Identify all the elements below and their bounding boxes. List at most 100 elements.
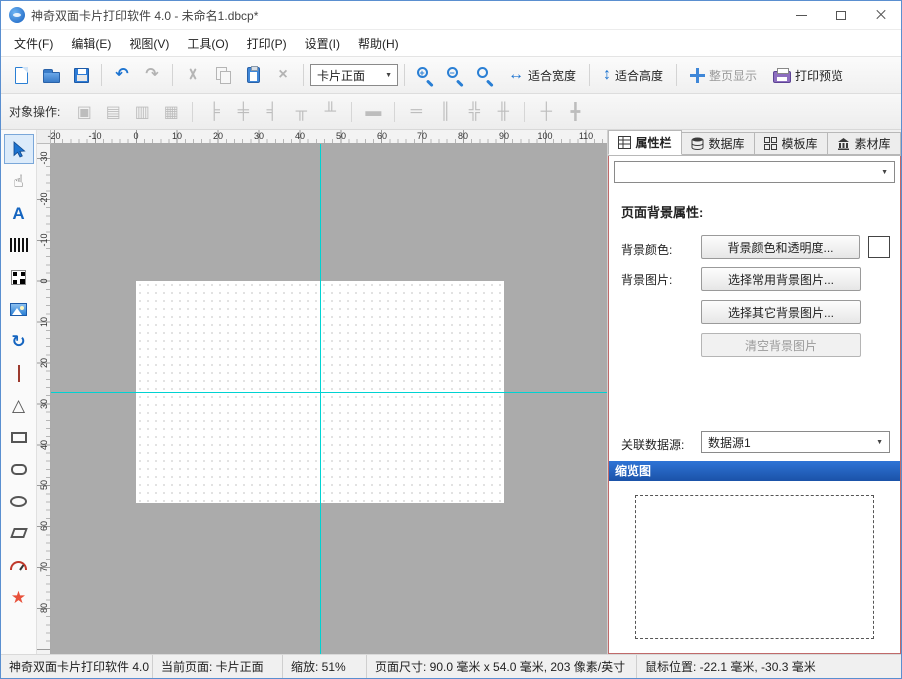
bg-color-button[interactable]: 背景颜色和透明度... — [701, 235, 860, 259]
copy-icon — [216, 67, 231, 83]
hand-icon: ☝ — [13, 173, 23, 190]
minimize-button[interactable] — [781, 1, 821, 29]
hand-tool[interactable]: ☝ — [4, 166, 34, 196]
choose-other-bg-button[interactable]: 选择其它背景图片... — [701, 300, 861, 324]
open-button[interactable] — [37, 61, 65, 89]
fit-height-icon: ↕ — [603, 67, 611, 83]
align-left-icon[interactable]: ╞ — [201, 99, 227, 125]
same-width-icon[interactable]: ═ — [403, 99, 429, 125]
line-tool[interactable] — [4, 358, 34, 388]
text-tool[interactable]: A — [4, 198, 34, 228]
window-title: 神奇双面卡片打印软件 4.0 - 未命名1.dbcp* — [31, 7, 258, 24]
same-size-icon[interactable]: ╬ — [461, 99, 487, 125]
status-zoom: 缩放: 51% — [283, 655, 367, 678]
new-button[interactable] — [7, 61, 35, 89]
materials-tab-icon — [837, 137, 850, 150]
cut-button[interactable] — [179, 61, 207, 89]
whole-page-label: 整页显示 — [709, 67, 757, 84]
image-icon — [10, 303, 27, 316]
menu-edit[interactable]: 编辑(E) — [62, 31, 120, 56]
align-middle-icon[interactable]: ▬ — [360, 99, 386, 125]
menu-print[interactable]: 打印(P) — [238, 31, 296, 56]
zoom-out-button[interactable]: − — [441, 61, 469, 89]
paste-icon — [247, 67, 260, 83]
fit-width-button[interactable]: ↔ 适合宽度 — [501, 61, 583, 89]
print-preview-button[interactable]: 打印预览 — [766, 61, 850, 89]
image-tool[interactable] — [4, 294, 34, 324]
menubar: 文件(F) 编辑(E) 视图(V) 工具(O) 打印(P) 设置(I) 帮助(H… — [1, 30, 901, 57]
bring-to-front-icon[interactable]: ▥ — [129, 99, 155, 125]
data-source-select[interactable]: 数据源1 ▼ — [701, 431, 890, 453]
toolbar-separator — [676, 64, 677, 86]
clear-bg-button[interactable]: 清空背景图片 — [701, 333, 861, 357]
maximize-icon — [836, 11, 846, 20]
delete-icon: × — [278, 67, 287, 83]
copy-button[interactable] — [209, 61, 237, 89]
objectbar-separator — [524, 102, 525, 122]
menu-file[interactable]: 文件(F) — [5, 31, 62, 56]
align-center-icon[interactable]: ╪ — [230, 99, 256, 125]
send-to-back-icon[interactable]: ▦ — [158, 99, 184, 125]
new-document-icon — [15, 67, 28, 84]
design-canvas[interactable] — [51, 144, 607, 654]
toolbar-separator — [101, 64, 102, 86]
tab-database[interactable]: 数据库 — [682, 132, 755, 155]
center-in-page-icon[interactable]: ╋ — [562, 99, 588, 125]
align-bottom-icon[interactable]: ╨ — [317, 99, 343, 125]
distribute-horizontal-icon[interactable]: ╫ — [490, 99, 516, 125]
qrcode-tool[interactable] — [4, 262, 34, 292]
redo-icon: ↷ — [145, 67, 158, 83]
group-objects-icon[interactable]: ▣ — [71, 99, 97, 125]
menu-view[interactable]: 视图(V) — [120, 31, 178, 56]
star-tool[interactable]: ★ — [4, 582, 34, 612]
rectangle-tool[interactable] — [4, 422, 34, 452]
page-side-select[interactable]: 卡片正面 ▼ — [310, 64, 398, 86]
same-height-icon[interactable]: ║ — [432, 99, 458, 125]
close-button[interactable] — [861, 1, 901, 29]
redo-button[interactable]: ↷ — [138, 61, 166, 89]
maximize-button[interactable] — [821, 1, 861, 29]
rotate-tool[interactable]: ↻ — [4, 326, 34, 356]
distribute-vertical-icon[interactable]: ┼ — [533, 99, 559, 125]
undo-button[interactable]: ↶ — [108, 61, 136, 89]
delete-button[interactable]: × — [269, 61, 297, 89]
zoom-in-button[interactable]: + — [411, 61, 439, 89]
align-right-icon[interactable]: ╡ — [259, 99, 285, 125]
object-selector-combobox[interactable]: ▼ — [614, 161, 895, 183]
fit-height-button[interactable]: ↕ 适合高度 — [596, 61, 670, 89]
whole-page-button[interactable]: 整页显示 — [683, 61, 764, 89]
gauge-icon — [10, 561, 27, 570]
vertical-guide-line — [320, 144, 321, 654]
bg-color-label: 背景颜色: — [621, 237, 701, 258]
bg-color-swatch[interactable] — [868, 236, 890, 258]
tab-materials[interactable]: 素材库 — [828, 132, 901, 155]
paste-button[interactable] — [239, 61, 267, 89]
ellipse-tool[interactable] — [4, 486, 34, 516]
star-icon: ★ — [11, 589, 26, 606]
titlebar: 神奇双面卡片打印软件 4.0 - 未命名1.dbcp* — [1, 1, 901, 30]
choose-common-bg-button[interactable]: 选择常用背景图片... — [701, 267, 861, 291]
menu-help[interactable]: 帮助(H) — [349, 31, 408, 56]
minimize-icon — [796, 15, 807, 16]
zoom-out-icon: − — [446, 66, 465, 85]
close-icon — [875, 9, 887, 21]
align-top-icon[interactable]: ╥ — [288, 99, 314, 125]
status-current-page: 当前页面: 卡片正面 — [153, 655, 283, 678]
ungroup-objects-icon[interactable]: ▤ — [100, 99, 126, 125]
rounded-rectangle-icon — [11, 464, 27, 475]
tab-properties[interactable]: 属性栏 — [608, 130, 682, 155]
status-app-name: 神奇双面卡片打印软件 4.0 — [1, 655, 153, 678]
menu-tools[interactable]: 工具(O) — [178, 31, 237, 56]
zoom-reset-button[interactable] — [471, 61, 499, 89]
gauge-tool[interactable] — [4, 550, 34, 580]
barcode-tool[interactable] — [4, 230, 34, 260]
objectbar-separator — [351, 102, 352, 122]
rounded-rectangle-tool[interactable] — [4, 454, 34, 484]
triangle-tool[interactable]: △ — [4, 390, 34, 420]
page-side-value: 卡片正面 — [317, 67, 380, 84]
parallelogram-tool[interactable] — [4, 518, 34, 548]
tab-templates[interactable]: 模板库 — [755, 132, 828, 155]
select-tool[interactable] — [4, 134, 34, 164]
menu-settings[interactable]: 设置(I) — [296, 31, 349, 56]
save-button[interactable] — [67, 61, 95, 89]
